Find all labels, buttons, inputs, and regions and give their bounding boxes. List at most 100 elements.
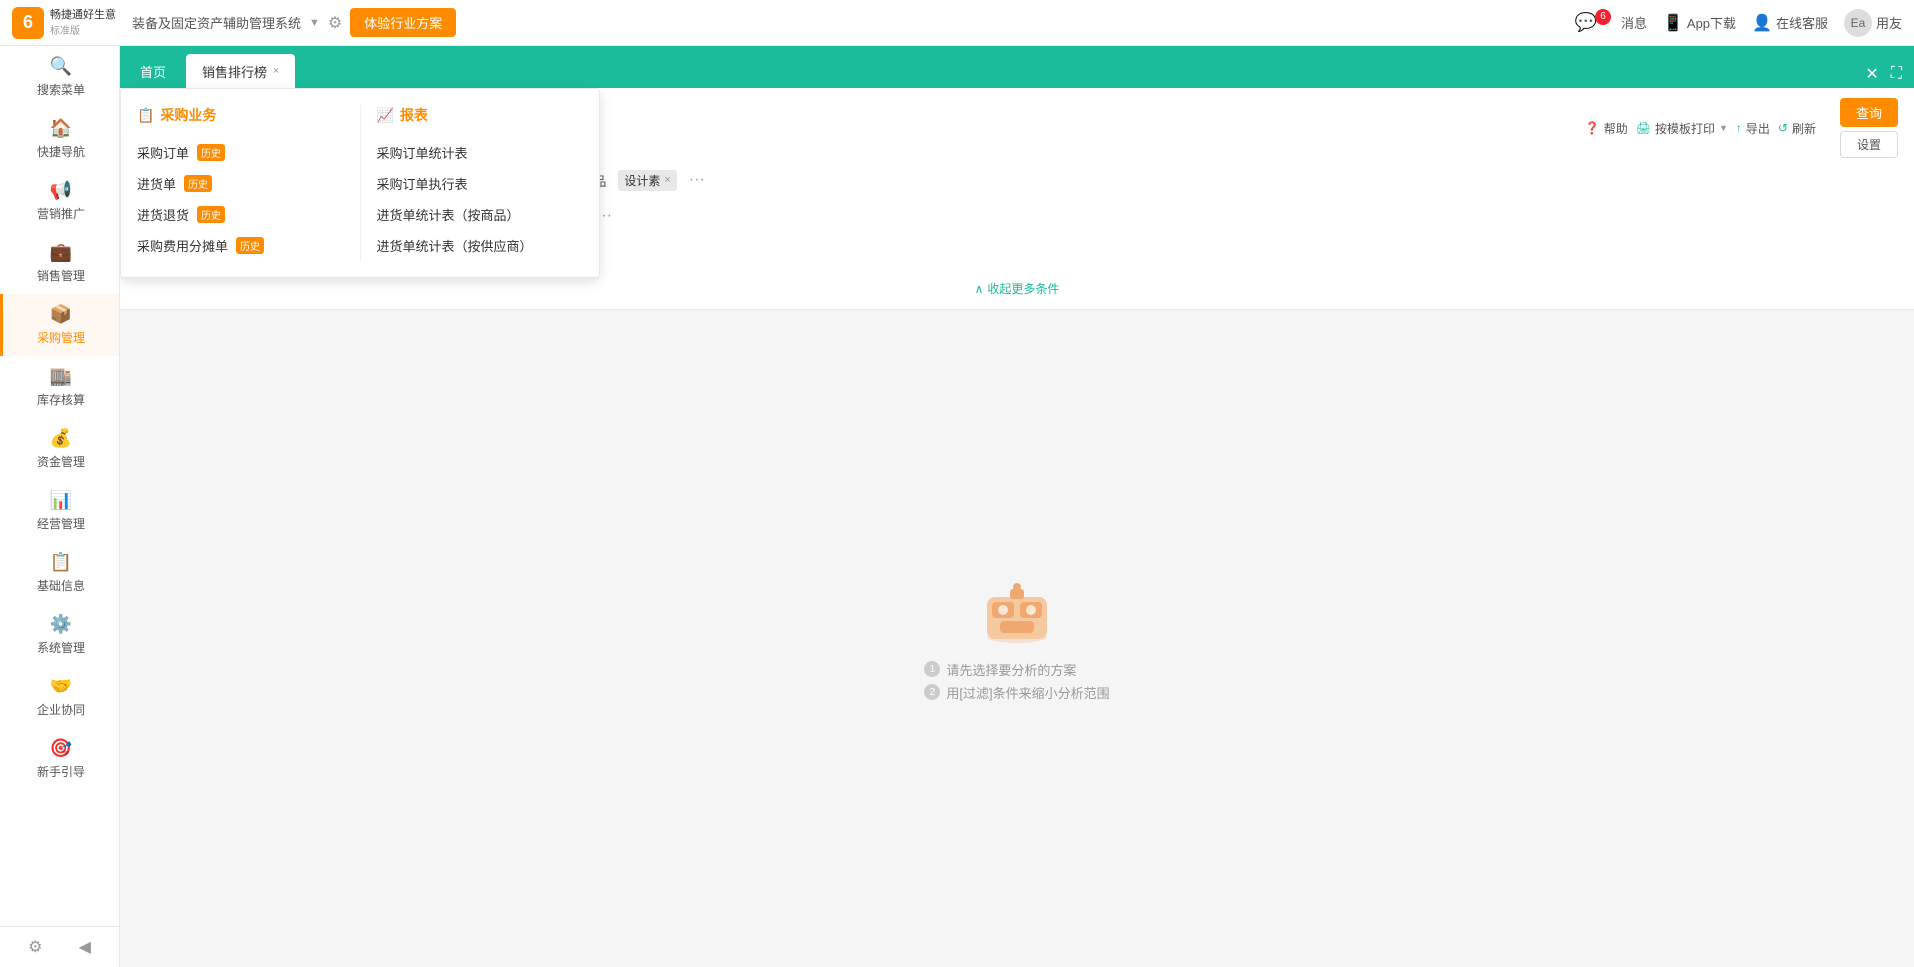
goods-tag-close-icon[interactable]: × [664,174,670,186]
sidebar-item-search[interactable]: 🔍 搜索菜单 [0,46,119,108]
print-btn[interactable]: 🖨 按模板打印 ▼ [1636,120,1728,137]
help-label: 帮助 [1604,120,1628,137]
app-download-action[interactable]: 📱 App下载 [1663,13,1736,33]
logo-area: 6 畅捷通好生意 标准版 [12,7,132,39]
tab-home[interactable]: 首页 [124,54,182,88]
message-icon: 💬 [1575,12,1597,33]
export-icon: ↑ [1736,121,1742,135]
sidebar-item-purchase[interactable]: 📦 采购管理 [0,294,119,356]
dropdown-item-order-exec[interactable]: 采购订单执行表 [377,168,584,199]
empty-hint-list: 1 请先选择要分析的方案 2 用[过滤]条件来缩小分析范围 [924,660,1109,706]
user-action[interactable]: Ea 用友 [1844,9,1902,37]
hint-dot-2: 2 [924,684,940,700]
export-btn[interactable]: ↑ 导出 [1736,120,1770,137]
dropdown-item-purchase-order[interactable]: 采购订单 历史 [137,137,344,168]
dropdown-item-return[interactable]: 进货退货 历史 [137,199,344,230]
sidebar-item-basic[interactable]: 📋 基础信息 [0,542,119,604]
sidebar-item-enterprise[interactable]: 🤝 企业协同 [0,666,119,728]
purchase-icon: 📦 [50,304,72,325]
collapse-up-icon: ∧ [975,282,984,296]
help-icon: ❓ [1585,121,1600,135]
header-right: 💬 6 消息 📱 App下载 👤 在线客服 Ea 用友 [1575,9,1902,37]
inventory-icon: 🏬 [50,366,72,387]
service-icon: 👤 [1752,13,1772,33]
industry-btn[interactable]: 体验行业方案 [350,8,456,37]
goods-tag: 设计素 × [618,170,676,191]
sidebar-label-finance: 资金管理 [37,453,85,470]
expense-badge: 历史 [236,237,264,254]
print-arrow-icon: ▼ [1719,123,1728,133]
sidebar-item-guide[interactable]: 🎯 新手引导 [0,728,119,790]
logo-line1: 畅捷通好生意 [50,8,116,22]
tab-bar: 首页 销售排行榜 × ✕ ⛶ [120,46,1914,88]
marketing-icon: 📢 [50,180,72,201]
dropdown-item-expense[interactable]: 采购费用分摊单 历史 [137,230,344,261]
sidebar-collapse-icon[interactable]: ◀ [79,937,91,957]
tab-sales-ranking[interactable]: 销售排行榜 × [186,54,295,88]
message-action[interactable]: 💬 6 消息 [1575,12,1647,33]
expense-label: 采购费用分摊单 [137,236,228,255]
incoming-label: 进货单 [137,174,176,193]
enterprise-icon: 🤝 [50,676,72,697]
tab-home-label: 首页 [140,62,166,81]
query-button[interactable]: 查询 [1840,98,1898,127]
goods-ellipsis-icon[interactable]: ··· [689,171,705,189]
sidebar-item-finance[interactable]: 💰 资金管理 [0,418,119,480]
sidebar-label-quicknav: 快捷导航 [37,143,85,160]
user-avatar: Ea [1844,9,1872,37]
hint-dot-1: 1 [924,661,940,677]
empty-hint-2: 用[过滤]条件来缩小分析范围 [946,683,1109,702]
message-badge: 6 [1595,9,1611,25]
system-settings-icon[interactable]: ⚙ [328,13,342,33]
dropdown-item-incoming-by-supplier[interactable]: 进货单统计表（按供应商） [377,230,584,261]
sidebar-label-basic: 基础信息 [37,577,85,594]
return-badge: 历史 [197,206,225,223]
sales-icon: 💼 [50,242,72,263]
dropdown-item-order-stat[interactable]: 采购订单统计表 [377,137,584,168]
sidebar-item-quicknav[interactable]: 🏠 快捷导航 [0,108,119,170]
sidebar-item-system[interactable]: ⚙️ 系统管理 [0,604,119,666]
print-icon: 🖨 [1636,121,1651,135]
top-header: 6 畅捷通好生意 标准版 装备及固定资产辅助管理系统 ▼ ⚙ 体验行业方案 💬 … [0,0,1914,46]
basic-icon: 📋 [50,552,72,573]
sidebar-label-inventory: 库存核算 [37,391,85,408]
reports-heading-icon: 📈 [377,107,394,124]
sidebar-item-marketing[interactable]: 📢 营销推广 [0,170,119,232]
sidebar-settings-icon[interactable]: ⚙ [28,937,42,957]
finance-icon: 💰 [50,428,72,449]
home-icon: 🏠 [50,118,72,139]
tab-close-icon[interactable]: × [273,65,279,77]
return-label: 进货退货 [137,205,189,224]
tab-bar-right: ✕ ⛶ [1861,60,1914,88]
dropdown-heading-reports: 📈 报表 [377,105,584,125]
incoming-badge: 历史 [184,175,212,192]
sidebar-label-guide: 新手引导 [37,763,85,780]
sidebar-label-search: 搜索菜单 [37,81,85,98]
export-label: 导出 [1746,120,1770,137]
tab-close-page-icon[interactable]: ✕ [1861,60,1882,88]
tab-fullscreen-icon[interactable]: ⛶ [1887,61,1906,87]
dropdown-col-purchase: 📋 采购业务 采购订单 历史 进货单 历史 进货退货 历史 [137,105,344,261]
message-label: 消息 [1621,13,1647,32]
refresh-btn[interactable]: ↺ 刷新 [1778,120,1816,137]
guide-icon: 🎯 [50,738,72,759]
sidebar-item-sales[interactable]: 💼 销售管理 [0,232,119,294]
refresh-icon: ↺ [1778,121,1788,135]
sidebar-label-system: 系统管理 [37,639,85,656]
sidebar-label-operation: 经营管理 [37,515,85,532]
sidebar-label-purchase: 采购管理 [37,329,85,346]
purchase-order-label: 采购订单 [137,143,189,162]
sidebar-item-operation[interactable]: 📊 经营管理 [0,480,119,542]
sidebar-item-inventory[interactable]: 🏬 库存核算 [0,356,119,418]
dropdown-item-incoming-by-goods[interactable]: 进货单统计表（按商品） [377,199,584,230]
online-service-action[interactable]: 👤 在线客服 [1752,13,1828,33]
setting-button[interactable]: 设置 [1840,131,1898,158]
system-title-text: 装备及固定资产辅助管理系统 [132,13,301,32]
help-btn[interactable]: ❓ 帮助 [1585,120,1628,137]
print-label: 按模板打印 [1655,120,1715,137]
sidebar-label-enterprise: 企业协同 [37,701,85,718]
dropdown-item-incoming[interactable]: 进货单 历史 [137,168,344,199]
system-icon: ⚙️ [50,614,72,635]
title-dropdown-arrow[interactable]: ▼ [309,17,320,29]
dropdown-col-reports: 📈 报表 采购订单统计表 采购订单执行表 进货单统计表（按商品） 进货单统计表（… [360,105,584,261]
